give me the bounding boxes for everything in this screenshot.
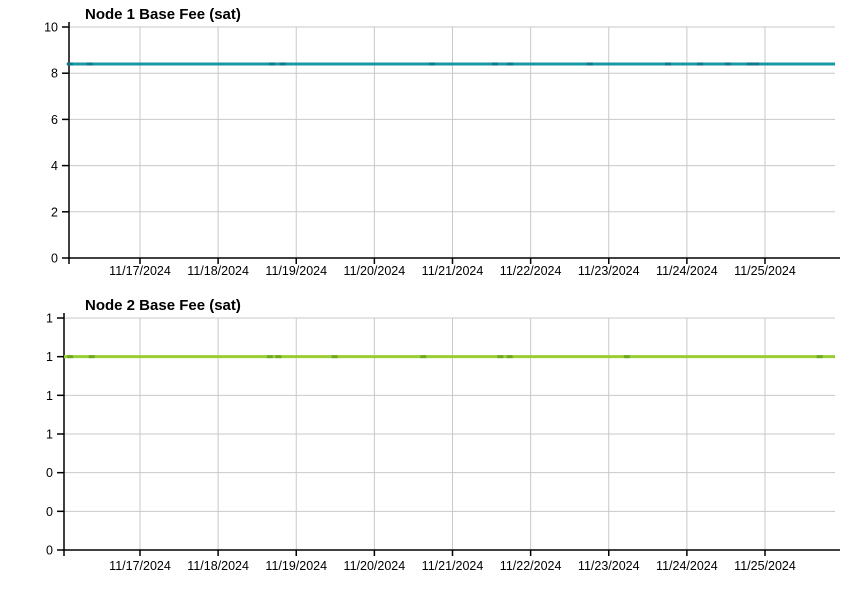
y-tick-label: 8 [51, 67, 58, 81]
series-marker [491, 62, 498, 66]
y-tick-label: 0 [51, 252, 58, 266]
series-marker [497, 355, 504, 359]
series-marker [724, 62, 731, 66]
x-tick-label: 11/23/2024 [578, 559, 640, 573]
series-marker [331, 355, 338, 359]
y-tick-label: 1 [46, 428, 53, 442]
series-marker [268, 62, 275, 66]
y-tick-label: 0 [46, 544, 53, 558]
x-tick-label: 11/21/2024 [422, 264, 484, 278]
x-tick-label: 11/20/2024 [344, 559, 406, 573]
series-marker [507, 62, 514, 66]
series-marker [665, 62, 672, 66]
series-marker [67, 355, 74, 359]
y-tick-label: 1 [46, 350, 53, 364]
x-tick-label: 11/22/2024 [500, 559, 562, 573]
series-marker [86, 62, 93, 66]
series-marker [275, 355, 282, 359]
x-tick-label: 11/17/2024 [109, 264, 171, 278]
node1-chart-canvas: 0 2 4 6 8 10 11/17/2024 11/18/2024 11/19/2024 11/… [44, 21, 840, 278]
charts-page: Node 1 Base Fee (sat) 0 2 4 6 8 10 11/17/2024 1… [0, 0, 860, 600]
series-marker [753, 62, 760, 66]
series-marker [816, 355, 823, 359]
x-tick-label: 11/21/2024 [422, 559, 484, 573]
x-tick-label: 11/25/2024 [734, 264, 796, 278]
node2-base-fee-chart: Node 2 Base Fee (sat) 0 0 0 1 1 1 1 11/17/2024 1… [0, 290, 860, 600]
x-tick-label: 11/18/2024 [187, 264, 249, 278]
y-tick-label: 1 [46, 389, 53, 403]
x-tick-label: 11/20/2024 [344, 264, 406, 278]
series-marker [746, 62, 753, 66]
series-marker [420, 355, 427, 359]
x-tick-label: 11/18/2024 [187, 559, 249, 573]
y-tick-label: 0 [46, 466, 53, 480]
x-tick-label: 11/24/2024 [656, 264, 718, 278]
y-tick-label: 6 [51, 113, 58, 127]
series-marker [279, 62, 286, 66]
series-marker [429, 62, 436, 66]
x-tick-label: 11/25/2024 [734, 559, 796, 573]
x-tick-label: 11/19/2024 [265, 264, 327, 278]
node1-base-fee-chart: Node 1 Base Fee (sat) 0 2 4 6 8 10 11/17/2024 1… [0, 0, 860, 290]
y-tick-label: 2 [51, 205, 58, 219]
x-tick-label: 11/19/2024 [265, 559, 327, 573]
x-tick-label: 11/23/2024 [578, 264, 640, 278]
y-tick-label: 10 [44, 21, 58, 35]
series-marker [623, 355, 630, 359]
node2-chart-canvas: 0 0 0 1 1 1 1 11/17/2024 11/18/2024 11/19/2024 11/… [46, 312, 840, 573]
series-marker [266, 355, 273, 359]
y-tick-label: 4 [51, 159, 58, 173]
series-marker [88, 355, 95, 359]
x-tick-label: 11/17/2024 [109, 559, 171, 573]
x-tick-label: 11/24/2024 [656, 559, 718, 573]
series-marker [66, 62, 73, 66]
series-marker [506, 355, 513, 359]
y-tick-label: 0 [46, 505, 53, 519]
y-tick-label: 1 [46, 312, 53, 326]
series-marker [697, 62, 704, 66]
series-marker [586, 62, 593, 66]
x-tick-label: 11/22/2024 [500, 264, 562, 278]
